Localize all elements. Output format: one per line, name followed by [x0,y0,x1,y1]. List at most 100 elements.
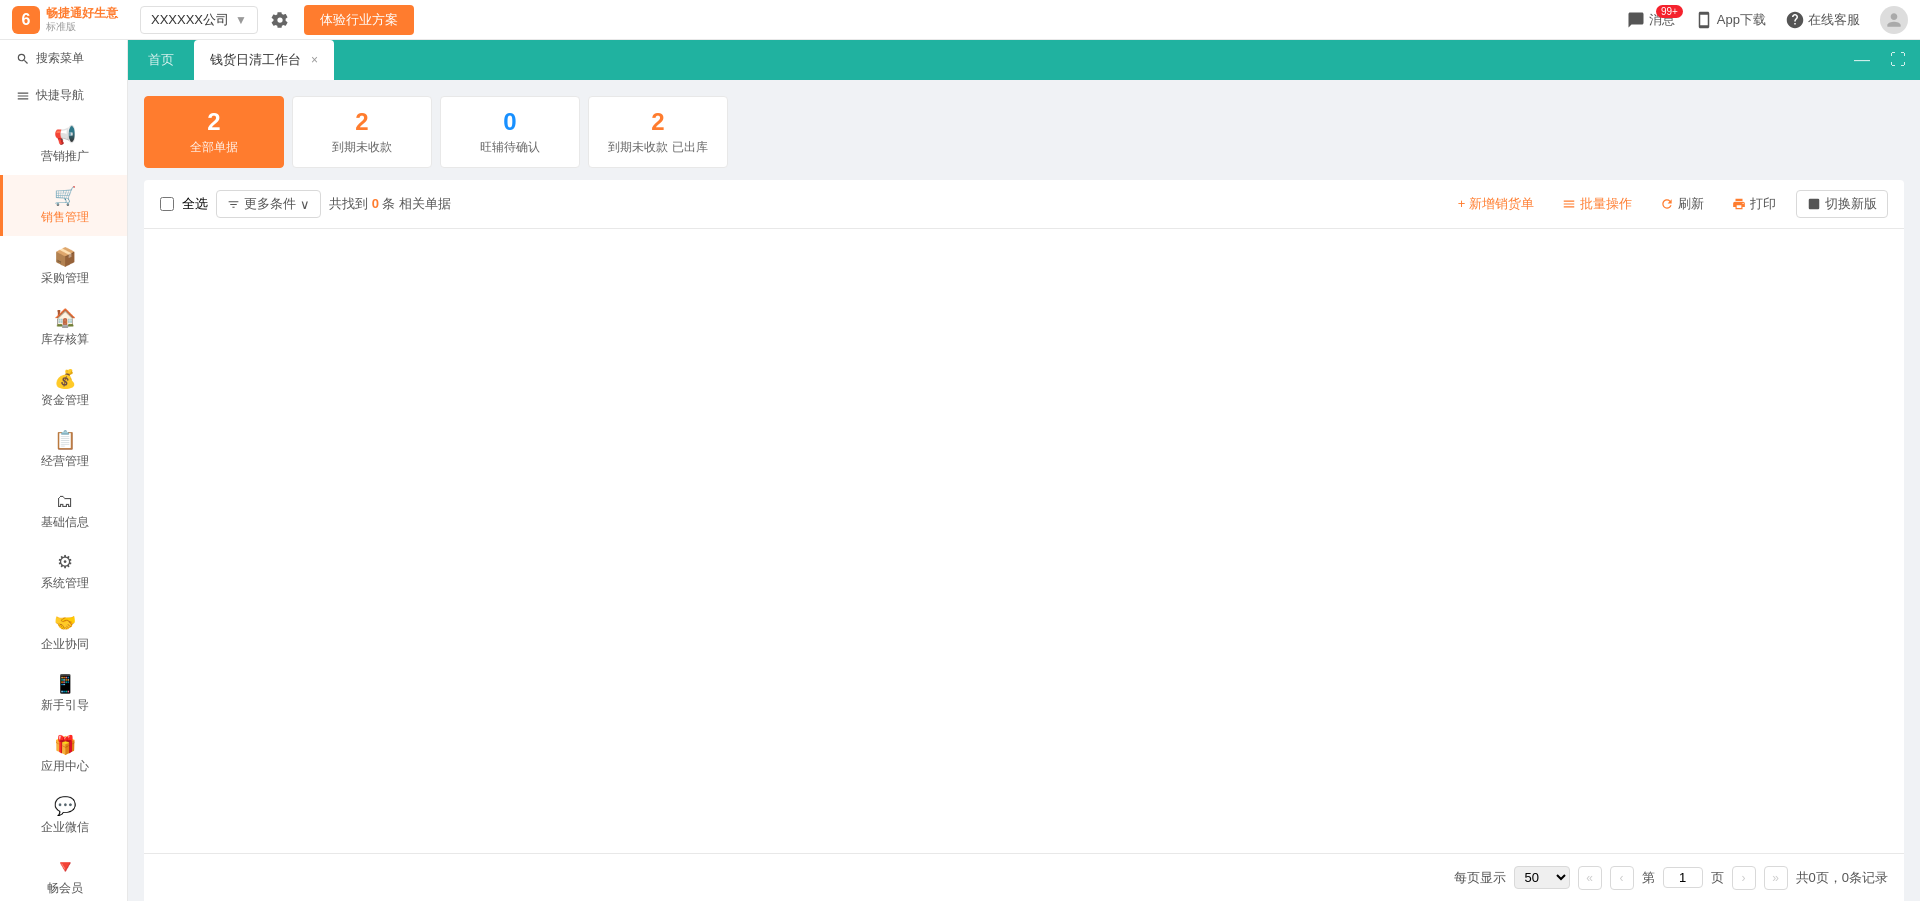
sidebar-item-wechat[interactable]: 💬 企业微信 [0,785,127,846]
sidebar-item-member[interactable]: 🔻 畅会员 [0,846,127,901]
page-label: 第 [1642,869,1655,887]
stat-label-pending: 旺辅待确认 [480,139,540,156]
more-filter-btn[interactable]: 更多条件 ∨ [216,190,321,218]
user-avatar [1880,6,1908,34]
pagination-bar: 每页显示 50 100 200 « ‹ 第 页 › » 共0页，0条记录 [144,853,1904,901]
stat-card-shipped[interactable]: 2 到期未收款 已出库 [588,96,728,168]
print-btn[interactable]: 打印 [1724,191,1784,217]
stat-label-overdue: 到期未收款 [332,139,392,156]
wechat-icon: 💬 [54,797,76,815]
last-page-btn[interactable]: » [1764,866,1788,890]
company-name: XXXXXX公司 [151,11,229,29]
settings-button[interactable] [266,6,294,34]
header-right: 消息 99+ App下载 在线客服 [1627,6,1908,34]
batch-icon [1562,197,1576,211]
switch-version-btn[interactable]: 切换新版 [1796,190,1888,218]
page-input[interactable] [1663,867,1703,888]
batch-label: 批量操作 [1580,195,1632,213]
select-all-checkbox[interactable] [160,197,174,211]
refresh-btn[interactable]: 刷新 [1652,191,1712,217]
toolbar: 全选 更多条件 ∨ 共找到 0 条 相关单据 + 新增 [144,180,1904,229]
company-selector[interactable]: XXXXXX公司 ▼ [140,6,258,34]
sidebar-search[interactable]: 搜索菜单 [0,40,127,77]
sidebar-item-system[interactable]: ⚙ 系统管理 [0,541,127,602]
sidebar-item-sales[interactable]: 🛒 销售管理 [0,175,127,236]
tab-label: 钱货日清工作台 [210,51,301,69]
user-avatar-btn[interactable] [1880,6,1908,34]
logo-icon: 6 [12,6,40,34]
next-page-btn[interactable]: › [1732,866,1756,890]
stat-card-pending[interactable]: 0 旺辅待确认 [440,96,580,168]
company-dropdown-arrow: ▼ [235,13,247,27]
tab-minimize-btn[interactable]: — [1848,46,1876,74]
tab-close-btn[interactable]: × [311,53,318,67]
tab-right-actions: — ⛶ [1848,46,1920,74]
stats-row: 2 全部单据 2 到期未收款 0 旺辅待确认 2 到期未收款 已出库 [128,80,1920,168]
found-prefix: 共找到 [329,196,368,211]
inventory-icon: 🏠 [54,309,76,327]
search-menu-label: 搜索菜单 [36,50,84,67]
purchase-label: 采购管理 [41,270,89,287]
sidebar-item-inventory[interactable]: 🏠 库存核算 [0,297,127,358]
enterprise-icon: 🤝 [54,614,76,632]
stat-label-all: 全部单据 [190,139,238,156]
industry-btn[interactable]: 体验行业方案 [304,5,414,35]
inventory-label: 库存核算 [41,331,89,348]
app-download-label: App下载 [1717,11,1766,29]
table-empty [144,229,1904,853]
page-content: 2 全部单据 2 到期未收款 0 旺辅待确认 2 到期未收款 已出库 [128,80,1920,901]
sidebar-quick-nav[interactable]: 快捷导航 [0,77,127,114]
found-suffix: 条 相关单据 [382,196,451,211]
marketing-icon: 📢 [54,126,76,144]
sidebar-item-marketing[interactable]: 📢 营销推广 [0,114,127,175]
stat-card-all[interactable]: 2 全部单据 [144,96,284,168]
purchase-icon: 📦 [54,248,76,266]
system-icon: ⚙ [57,553,73,571]
sidebar-item-operations[interactable]: 📋 经营管理 [0,419,127,480]
sidebar-item-basic[interactable]: 🗂 基础信息 [0,480,127,541]
tab-expand-btn[interactable]: ⛶ [1884,46,1912,74]
page-suffix: 页 [1711,869,1724,887]
stat-card-overdue[interactable]: 2 到期未收款 [292,96,432,168]
stat-num-all: 2 [207,108,220,137]
table-container [144,229,1904,853]
sidebar-item-finance[interactable]: 💰 资金管理 [0,358,127,419]
member-label: 畅会员 [47,880,83,897]
dropdown-arrow: ∨ [300,197,310,212]
tab-home[interactable]: 首页 [128,40,194,80]
logo-text: 畅捷通好生意 标准版 [46,6,118,32]
add-sales-btn[interactable]: + 新增销货单 [1450,191,1542,217]
stat-label-shipped: 到期未收款 已出库 [608,139,707,156]
appstore-icon: 🎁 [54,736,76,754]
message-badge: 99+ [1656,5,1683,18]
per-page-select[interactable]: 50 100 200 [1514,866,1570,889]
wechat-label: 企业微信 [41,819,89,836]
app-subtitle: 标准版 [46,21,118,33]
sidebar-item-enterprise[interactable]: 🤝 企业协同 [0,602,127,663]
sidebar-item-appstore[interactable]: 🎁 应用中心 [0,724,127,785]
message-btn[interactable]: 消息 99+ [1627,11,1675,29]
sidebar-item-purchase[interactable]: 📦 采购管理 [0,236,127,297]
logo-area: 6 畅捷通好生意 标准版 [12,6,140,34]
print-label: 打印 [1750,195,1776,213]
sidebar-item-guide[interactable]: 📱 新手引导 [0,663,127,724]
basic-label: 基础信息 [41,514,89,531]
first-page-btn[interactable]: « [1578,866,1602,890]
sales-icon: 🛒 [54,187,76,205]
online-service-btn[interactable]: 在线客服 [1786,11,1860,29]
toolbar-right: + 新增销货单 批量操作 刷新 [1450,190,1888,218]
stat-num-overdue: 2 [355,108,368,137]
appstore-label: 应用中心 [41,758,89,775]
batch-ops-btn[interactable]: 批量操作 [1554,191,1640,217]
stat-num-shipped: 2 [651,108,664,137]
basic-icon: 🗂 [56,492,74,510]
sidebar: 搜索菜单 快捷导航 📢 营销推广 🛒 销售管理 📦 采购管理 🏠 库存核算 💰 … [0,40,128,901]
tab-active[interactable]: 钱货日清工作台 × [194,40,334,80]
member-icon: 🔻 [54,858,76,876]
operations-label: 经营管理 [41,453,89,470]
operations-icon: 📋 [54,431,76,449]
app-download-btn[interactable]: App下载 [1695,11,1766,29]
main-layout: 搜索菜单 快捷导航 📢 营销推广 🛒 销售管理 📦 采购管理 🏠 库存核算 💰 … [0,40,1920,901]
switch-icon [1807,197,1821,211]
prev-page-btn[interactable]: ‹ [1610,866,1634,890]
